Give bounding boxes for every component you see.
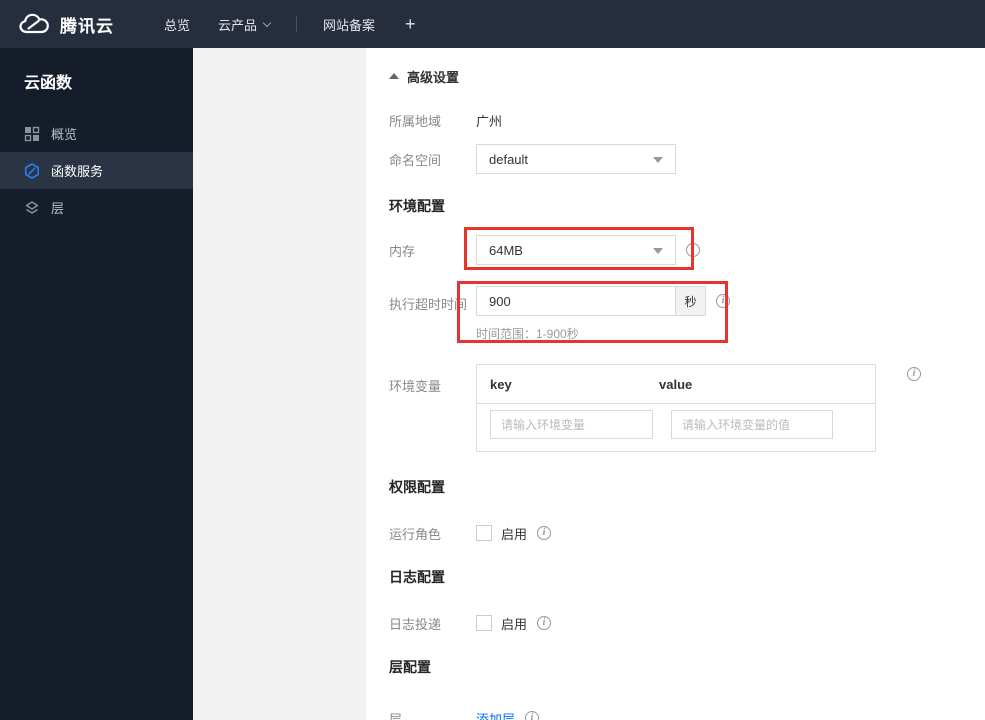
timeout-row: 执行超时时间 秒 i 时间范围：1-900秒: [389, 281, 985, 343]
log-delivery-label: 日志投递: [389, 616, 442, 632]
timeout-hint: 时间范围：1-900秒: [476, 327, 579, 341]
sidebar-menu: 概览 函数服务 层: [0, 115, 193, 226]
env-vars-label: 环境变量: [389, 379, 442, 394]
sidebar-item-overview[interactable]: 概览: [0, 115, 193, 152]
namespace-label: 命名空间: [389, 152, 442, 168]
nav-icp-label: 网站备案: [323, 17, 376, 33]
env-value-header: value: [659, 376, 693, 392]
env-vars-input-row: [477, 404, 875, 451]
sidebar-item-label: 层: [51, 201, 65, 216]
env-config-heading: 环境配置: [389, 198, 445, 214]
add-tab-button[interactable]: +: [389, 14, 432, 35]
log-delivery-enable-label: 启用: [501, 616, 528, 632]
region-row: 所属地域 广州: [389, 111, 985, 129]
dropdown-caret-icon: [653, 248, 663, 254]
memory-row: 内存 64MB i: [389, 227, 985, 270]
sidebar-item-label: 概览: [51, 127, 78, 142]
timeout-control: 秒 i 时间范围：1-900秒: [476, 286, 730, 342]
env-key-header: key: [490, 376, 512, 392]
add-layer-link[interactable]: 添加层: [476, 709, 515, 720]
env-vars-row: 环境变量 key value i: [389, 364, 985, 452]
timeout-label: 执行超时时间: [389, 297, 468, 312]
env-value-input[interactable]: [671, 410, 833, 439]
timeout-input[interactable]: [477, 287, 675, 315]
layer-label: 层: [389, 711, 403, 720]
log-delivery-checkbox[interactable]: [476, 615, 492, 631]
env-vars-header: key value: [477, 365, 875, 404]
memory-info-icon[interactable]: i: [686, 243, 700, 257]
settings-form: 高级设置 所属地域 广州 命名空间 default 环境配置 内存 64MB i…: [366, 48, 985, 720]
run-role-info-icon[interactable]: i: [537, 526, 552, 540]
brand-name: 腾讯云: [60, 16, 114, 36]
namespace-row: 命名空间 default: [389, 144, 985, 174]
namespace-selected-value: default: [489, 151, 529, 167]
permission-config-heading: 权限配置: [389, 479, 445, 495]
layer-row: 层 添加层 i: [389, 708, 985, 720]
secondary-panel: [193, 48, 366, 720]
nav-divider: [296, 16, 298, 32]
cloud-logo-icon: [19, 13, 49, 34]
log-delivery-row: 日志投递 启用 i: [389, 613, 985, 633]
top-navbar: 腾讯云 总览 云产品 网站备案 +: [0, 0, 985, 48]
log-config-heading: 日志配置: [389, 569, 445, 585]
sidebar-item-label: 函数服务: [51, 164, 104, 179]
env-vars-table: key value: [476, 364, 876, 452]
env-vars-info-icon[interactable]: i: [907, 367, 921, 381]
timeout-unit: 秒: [675, 287, 705, 315]
run-role-row: 运行角色 启用 i: [389, 523, 985, 543]
nav-products-label: 云产品: [218, 17, 258, 33]
namespace-select[interactable]: default: [476, 144, 676, 174]
advanced-settings-label: 高级设置: [407, 69, 460, 85]
log-delivery-info-icon[interactable]: i: [537, 616, 552, 630]
timeout-info-icon[interactable]: i: [716, 294, 730, 308]
nav-items: 总览 云产品 网站备案 +: [150, 0, 432, 48]
dropdown-caret-icon: [653, 157, 663, 163]
run-role-checkbox[interactable]: [476, 525, 492, 541]
collapse-triangle-icon: [389, 73, 399, 79]
region-value: 广州: [476, 113, 503, 129]
nav-item-products[interactable]: 云产品: [204, 0, 284, 48]
layers-icon: [24, 200, 40, 216]
grid-icon: [24, 126, 40, 142]
env-key-input[interactable]: [490, 410, 653, 439]
nav-item-overview[interactable]: 总览: [150, 0, 204, 48]
run-role-enable-label: 启用: [501, 526, 528, 542]
memory-selected-value: 64MB: [489, 242, 523, 258]
layer-config-heading: 层配置: [389, 659, 431, 675]
layer-info-icon[interactable]: i: [525, 711, 540, 720]
tencent-cloud-logo[interactable]: 腾讯云: [18, 12, 114, 37]
chevron-down-icon: [262, 18, 272, 27]
sidebar-item-layers[interactable]: 层: [0, 189, 193, 226]
memory-select[interactable]: 64MB: [476, 235, 676, 265]
timeout-input-group: 秒: [476, 286, 706, 316]
sidebar-item-function-service[interactable]: 函数服务: [0, 152, 193, 189]
sidebar-title: 云函数: [24, 75, 73, 92]
nav-overview-label: 总览: [164, 17, 191, 33]
run-role-label: 运行角色: [389, 526, 442, 542]
advanced-settings-toggle[interactable]: 高级设置: [389, 67, 985, 85]
sidebar: 云函数 概览 函数服务 层: [0, 48, 193, 720]
region-label: 所属地域: [389, 113, 442, 129]
nav-item-icp[interactable]: 网站备案: [309, 0, 389, 48]
memory-label: 内存: [389, 243, 416, 259]
function-hexagon-icon: [24, 162, 40, 179]
